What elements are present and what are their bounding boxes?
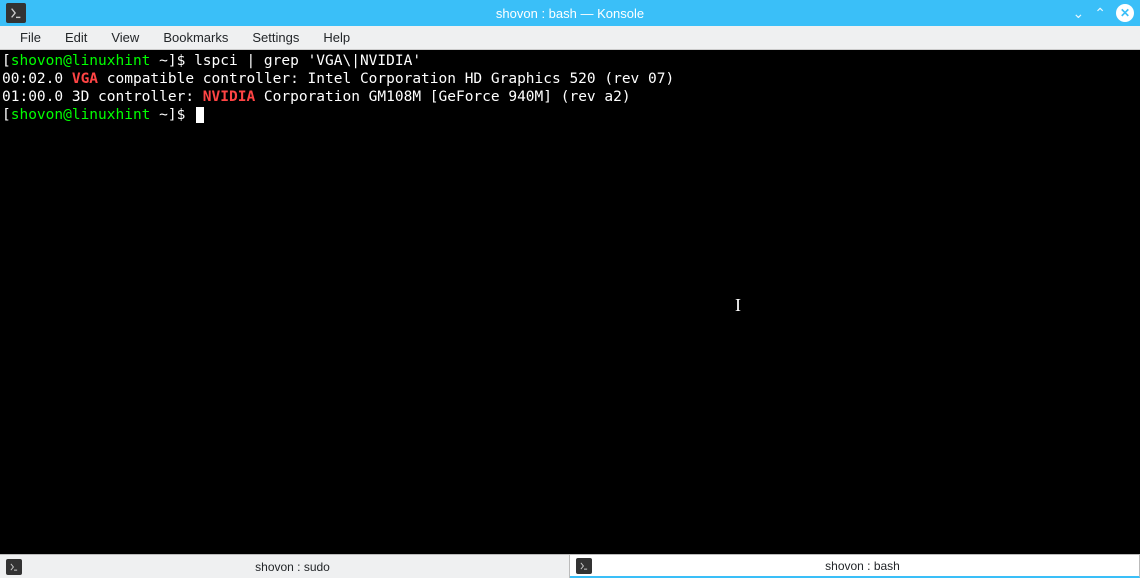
menu-bookmarks[interactable]: Bookmarks [151,28,240,47]
prompt-suffix: ~]$ [150,53,194,69]
output-text: compatible controller: Intel Corporation… [98,71,674,87]
tab-label: shovon : bash [592,559,1133,573]
terminal-line: [shovon@linuxhint ~]$ lspci | grep 'VGA\… [2,52,1138,70]
command-text: lspci | grep 'VGA\|NVIDIA' [194,53,421,69]
window-controls: ⌄ ⌃ ✕ [1073,4,1134,22]
window-titlebar[interactable]: shovon : bash — Konsole ⌄ ⌃ ✕ [0,0,1140,26]
output-text: Corporation GM108M [GeForce 940M] (rev a… [255,89,630,105]
prompt-bracket: [ [2,53,11,69]
terminal-line: 00:02.0 VGA compatible controller: Intel… [2,70,1138,88]
prompt-user-host: shovon@linuxhint [11,107,151,123]
app-icon [6,3,26,23]
tab-2[interactable]: shovon : bash [570,555,1140,578]
tab-1[interactable]: shovon : sudo [0,555,570,578]
terminal-icon [6,559,22,575]
prompt-user-host: shovon@linuxhint [11,53,151,69]
maximize-button[interactable]: ⌃ [1094,5,1106,22]
prompt-bracket: [ [2,107,11,123]
tab-bar: shovon : sudo shovon : bash [0,554,1140,578]
terminal-line: [shovon@linuxhint ~]$ [2,106,1138,124]
prompt-suffix: ~]$ [150,107,194,123]
output-text: 01:00.0 3D controller: [2,89,203,105]
close-button[interactable]: ✕ [1116,4,1134,22]
window-title: shovon : bash — Konsole [496,6,644,21]
menu-view[interactable]: View [99,28,151,47]
menu-settings[interactable]: Settings [240,28,311,47]
grep-match: VGA [72,71,98,87]
menu-help[interactable]: Help [311,28,362,47]
block-cursor [196,107,204,123]
menu-edit[interactable]: Edit [53,28,99,47]
terminal-icon [576,558,592,574]
terminal-view[interactable]: [shovon@linuxhint ~]$ lspci | grep 'VGA\… [0,50,1140,554]
minimize-button[interactable]: ⌄ [1073,5,1085,22]
tab-label: shovon : sudo [22,560,563,574]
menubar: File Edit View Bookmarks Settings Help [0,26,1140,50]
terminal-line: 01:00.0 3D controller: NVIDIA Corporatio… [2,88,1138,106]
output-text: 00:02.0 [2,71,72,87]
text-cursor-icon: I [735,296,741,314]
grep-match: NVIDIA [203,89,255,105]
menu-file[interactable]: File [8,28,53,47]
